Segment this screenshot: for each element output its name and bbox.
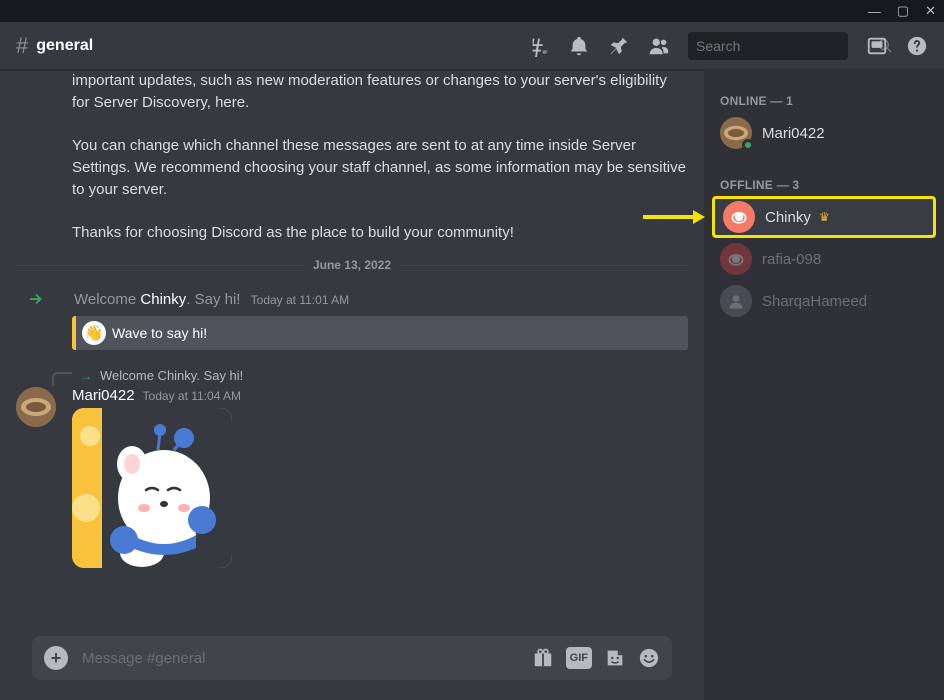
reply-arrow-icon: → (80, 369, 92, 383)
message-row: Mari0422 Today at 11:04 AM (16, 387, 688, 568)
date-label: June 13, 2022 (305, 258, 399, 272)
date-divider: June 13, 2022 (16, 258, 688, 272)
inbox-icon[interactable] (866, 35, 888, 57)
join-arrow-icon (16, 290, 56, 308)
message-composer[interactable]: + GIF (32, 636, 672, 680)
member-row[interactable]: Mari0422 (712, 112, 936, 154)
window-titlebar: — ▢ ✕ (0, 0, 944, 22)
channel-header: # general (0, 22, 944, 70)
system-paragraph: You can change which channel these messa… (72, 135, 688, 200)
welcome-timestamp: Today at 11:01 AM (251, 293, 350, 307)
member-avatar (720, 117, 752, 149)
window-minimize-button[interactable]: — (868, 4, 881, 19)
offline-heading: OFFLINE — 3 (712, 170, 936, 196)
hash-icon: # (16, 33, 28, 59)
members-icon[interactable] (648, 35, 670, 57)
member-row[interactable]: SharqaHameed (712, 280, 936, 322)
sticker-icon[interactable] (604, 647, 626, 669)
message-list: important updates, such as new moderatio… (0, 70, 704, 700)
emoji-icon[interactable] (638, 647, 660, 669)
crown-icon: ♛ (819, 210, 830, 224)
member-avatar (720, 243, 752, 275)
attach-button[interactable]: + (44, 646, 68, 670)
gift-icon[interactable] (532, 647, 554, 669)
member-avatar (723, 201, 755, 233)
wave-button[interactable]: 👋 Wave to say hi! (72, 316, 688, 350)
member-name: Mari0422 (762, 125, 825, 142)
online-heading: ONLINE — 1 (712, 86, 936, 112)
system-message-body: important updates, such as new moderatio… (16, 70, 688, 244)
system-paragraph: important updates, such as new moderatio… (72, 70, 688, 114)
sticker-image[interactable] (72, 408, 232, 568)
channel-name: general (36, 37, 528, 55)
window-close-button[interactable]: ✕ (925, 3, 936, 19)
reply-spine-icon (52, 372, 72, 386)
wave-button-label: Wave to say hi! (112, 325, 207, 341)
member-avatar (720, 285, 752, 317)
search-input[interactable] (696, 38, 877, 54)
threads-icon[interactable] (528, 35, 550, 57)
status-online-icon (742, 139, 754, 151)
search-box[interactable] (688, 32, 848, 60)
member-row-highlighted[interactable]: Chinky ♛ (712, 196, 936, 238)
member-name: rafia-098 (762, 251, 821, 268)
message-author[interactable]: Mari0422 (72, 387, 135, 404)
bell-icon[interactable] (568, 35, 590, 57)
avatar[interactable] (16, 387, 56, 427)
member-name: Chinky (765, 209, 811, 226)
pin-icon[interactable] (608, 35, 630, 57)
member-name: SharqaHameed (762, 293, 867, 310)
member-list: ONLINE — 1 Mari0422 OFFLINE — 3 Chinky ♛ (704, 70, 944, 700)
member-row[interactable]: rafia-098 (712, 238, 936, 280)
wave-emoji-icon: 👋 (82, 321, 106, 345)
message-timestamp: Today at 11:04 AM (143, 389, 242, 403)
welcome-message: Welcome Chinky. Say hi! Today at 11:01 A… (16, 286, 688, 316)
help-icon[interactable] (906, 35, 928, 57)
system-paragraph: Thanks for choosing Discord as the place… (72, 222, 688, 244)
annotation-arrow (643, 210, 705, 224)
gif-button[interactable]: GIF (566, 647, 592, 669)
window-maximize-button[interactable]: ▢ (897, 3, 909, 19)
welcome-text: Welcome Chinky. Say hi! Today at 11:01 A… (74, 291, 349, 308)
reply-text: Welcome Chinky. Say hi! (100, 368, 243, 383)
reply-context: → Welcome Chinky. Say hi! (16, 368, 688, 383)
message-input[interactable] (82, 650, 518, 667)
